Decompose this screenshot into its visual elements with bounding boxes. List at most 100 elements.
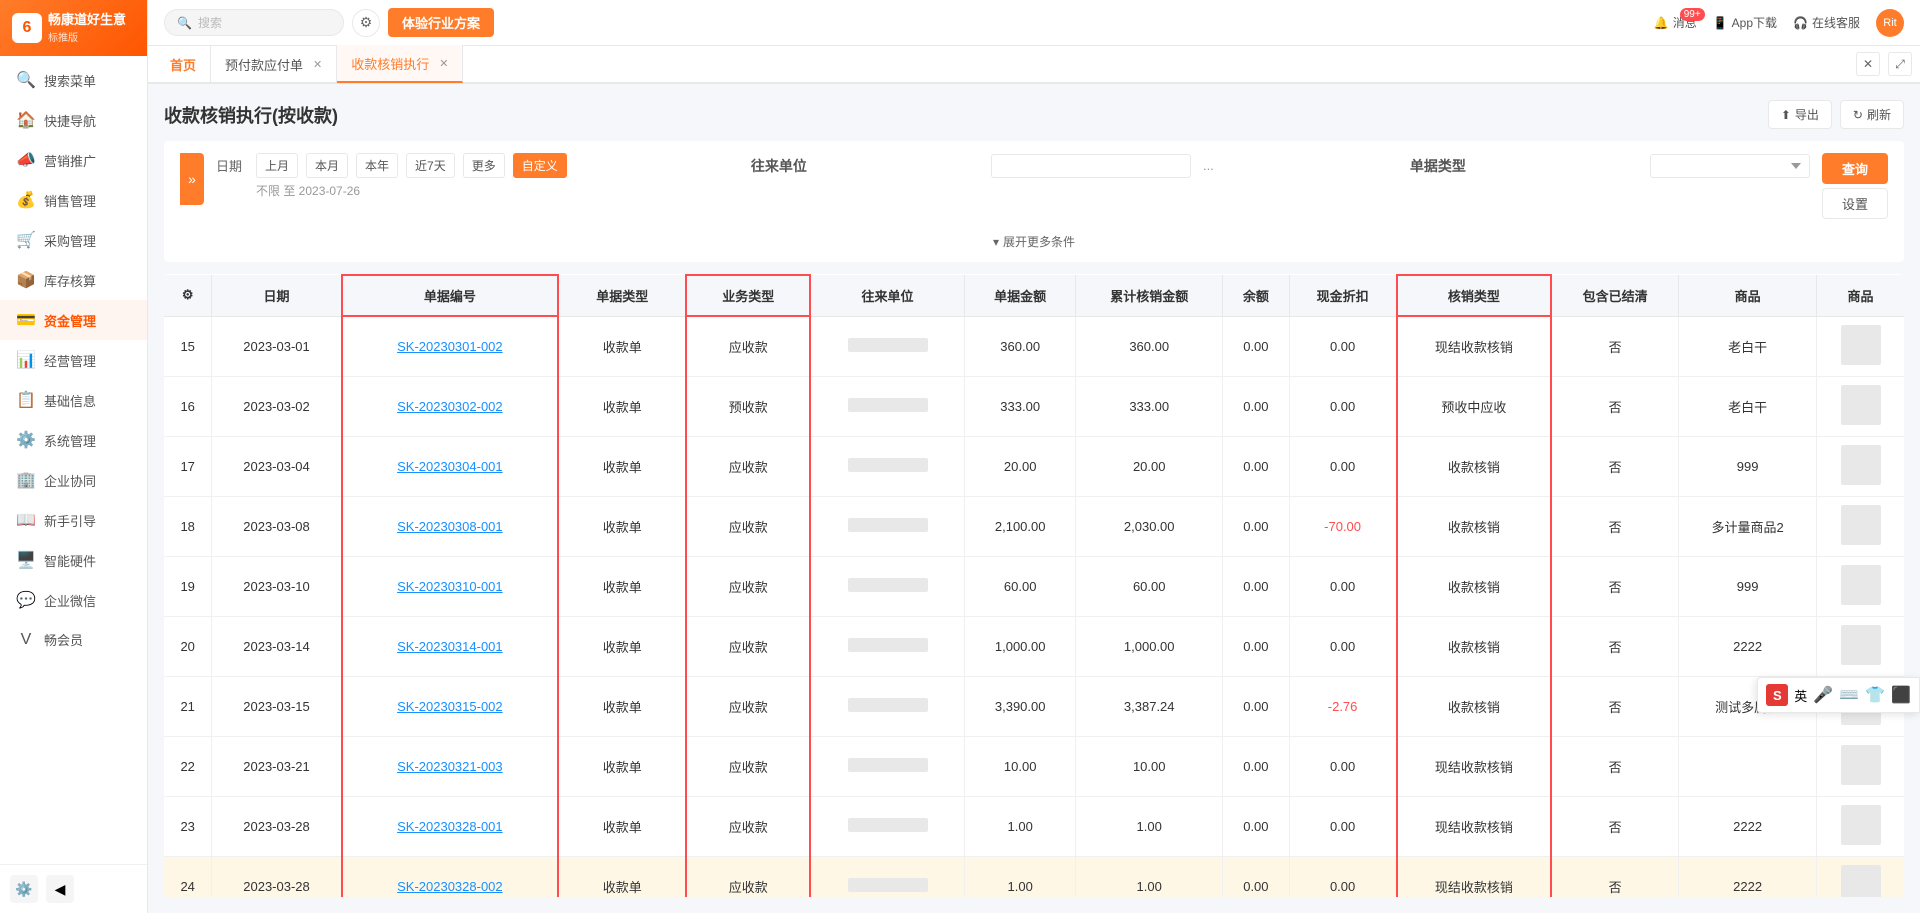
- filter-row-date-range: 不限 至 2023-07-26: [216, 182, 1810, 199]
- cell-product: 老白干: [1679, 376, 1817, 436]
- sidebar-item-enterprise[interactable]: 🏢 企业协同: [0, 460, 147, 500]
- tab-close-all-btn[interactable]: ✕: [1856, 52, 1880, 76]
- bill-no-link[interactable]: SK-20230328-001: [397, 819, 503, 834]
- cell-include-settled: 否: [1551, 316, 1679, 376]
- th-bill-no: 单据编号: [342, 275, 558, 316]
- bill-no-link[interactable]: SK-20230301-002: [397, 339, 503, 354]
- sidebar-item-member[interactable]: V 畅会员: [0, 620, 147, 659]
- sidebar-item-quicknav[interactable]: 🏠 快捷导航: [0, 100, 147, 140]
- export-btn[interactable]: ⬆ 导出: [1768, 100, 1832, 129]
- cell-date: 2023-03-04: [212, 436, 342, 496]
- bill-no-link[interactable]: SK-20230328-002: [397, 879, 503, 894]
- prepay-tab-close[interactable]: ✕: [313, 58, 322, 71]
- collection-tab-close[interactable]: ✕: [439, 57, 448, 70]
- cell-bill-no: SK-20230302-002: [342, 376, 558, 436]
- cell-bill-no: SK-20230328-001: [342, 796, 558, 856]
- date-label: 日期: [216, 156, 244, 175]
- tab-maximize-btn[interactable]: ⤢: [1888, 52, 1912, 76]
- bill-no-link[interactable]: SK-20230321-003: [397, 759, 503, 774]
- cell-balance: 0.00: [1223, 796, 1289, 856]
- partner-label: 往来单位: [579, 156, 979, 176]
- settings-bottom-btn[interactable]: ⚙️: [10, 875, 38, 903]
- mic-icon[interactable]: 🎤: [1813, 685, 1833, 705]
- date-this-year-btn[interactable]: 本年: [356, 153, 398, 178]
- topbar-left: 🔍 搜索 ⚙ 体验行业方案: [164, 8, 1642, 37]
- filter-toggle-btn[interactable]: »: [180, 153, 204, 205]
- refresh-btn[interactable]: ↻ 刷新: [1840, 100, 1904, 129]
- partner-dots[interactable]: ...: [1203, 158, 1214, 173]
- cell-product2: [1817, 376, 1904, 436]
- sidebar-item-label: 畅会员: [44, 630, 83, 649]
- query-btn[interactable]: 查询: [1822, 153, 1888, 184]
- sidebar-item-purchase[interactable]: 🛒 采购管理: [0, 220, 147, 260]
- topbar: 🔍 搜索 ⚙ 体验行业方案 🔔 消息 99+ 📱 App下载 🎧 在线客服 Ri…: [148, 0, 1920, 46]
- bill-no-link[interactable]: SK-20230315-002: [397, 699, 503, 714]
- system-icon: ⚙️: [16, 430, 36, 450]
- bill-no-link[interactable]: SK-20230314-001: [397, 639, 503, 654]
- cell-bill-type: 收款单: [558, 316, 686, 376]
- user-name: Rit: [1883, 17, 1896, 29]
- user-avatar[interactable]: Rit: [1876, 9, 1904, 37]
- partner-input[interactable]: [991, 154, 1191, 178]
- sidebar-item-hardware[interactable]: 🖥️ 智能硬件: [0, 540, 147, 580]
- sidebar-item-sales[interactable]: 💰 销售管理: [0, 180, 147, 220]
- logo-icon: 6: [12, 13, 42, 43]
- sidebar-item-wechat[interactable]: 💬 企业微信: [0, 580, 147, 620]
- cell-include-settled: 否: [1551, 856, 1679, 897]
- cell-biz-type: 应收款: [686, 436, 810, 496]
- tab-prepay[interactable]: 预付款应付单 ✕: [211, 45, 337, 83]
- sidebar-item-operation[interactable]: 📊 经营管理: [0, 340, 147, 380]
- search-bar[interactable]: 🔍 搜索: [164, 9, 344, 36]
- cell-product: 2222: [1679, 796, 1817, 856]
- solution-btn[interactable]: 体验行业方案: [388, 8, 494, 37]
- bill-type-select[interactable]: [1650, 154, 1810, 178]
- sidebar-item-basic[interactable]: 📋 基础信息: [0, 380, 147, 420]
- sidebar-item-system[interactable]: ⚙️ 系统管理: [0, 420, 147, 460]
- cell-no: 23: [164, 796, 212, 856]
- th-settings[interactable]: ⚙: [164, 275, 212, 316]
- date-this-month-btn[interactable]: 本月: [306, 153, 348, 178]
- tab-home[interactable]: 首页: [156, 45, 211, 83]
- th-cancel-type: 核销类型: [1397, 275, 1552, 316]
- bill-no-link[interactable]: SK-20230302-002: [397, 399, 503, 414]
- grid-icon[interactable]: ⬛: [1891, 685, 1911, 705]
- collapse-btn[interactable]: ◀: [46, 875, 74, 903]
- bill-no-link[interactable]: SK-20230304-001: [397, 459, 503, 474]
- setting-btn[interactable]: 设置: [1822, 188, 1888, 219]
- date-last-month-btn[interactable]: 上月: [256, 153, 298, 178]
- online-service-btn[interactable]: 🎧 在线客服: [1793, 14, 1860, 31]
- sidebar-item-guide[interactable]: 📖 新手引导: [0, 500, 147, 540]
- sidebar-item-finance[interactable]: 💳 资金管理: [0, 300, 147, 340]
- shirt-icon[interactable]: 👕: [1865, 685, 1885, 705]
- date-custom-btn[interactable]: 自定义: [513, 153, 567, 178]
- cell-include-settled: 否: [1551, 496, 1679, 556]
- bill-no-link[interactable]: SK-20230308-001: [397, 519, 503, 534]
- cell-partner: [810, 316, 965, 376]
- cell-balance: 0.00: [1223, 496, 1289, 556]
- expand-conditions-btn[interactable]: ▾ 展开更多条件: [993, 233, 1075, 250]
- gear-btn[interactable]: ⚙: [352, 9, 380, 37]
- cell-biz-type: 应收款: [686, 736, 810, 796]
- cell-acc-amount: 60.00: [1076, 556, 1223, 616]
- date-more-btn[interactable]: 更多: [463, 153, 505, 178]
- app-download-btn[interactable]: 📱 App下载: [1713, 14, 1777, 31]
- sidebar-item-search[interactable]: 🔍 搜索菜单: [0, 60, 147, 100]
- cell-date: 2023-03-02: [212, 376, 342, 436]
- sidebar-item-marketing[interactable]: 📣 营销推广: [0, 140, 147, 180]
- cell-bill-type: 收款单: [558, 436, 686, 496]
- search-placeholder: 搜索: [198, 14, 222, 31]
- table-row: 24 2023-03-28 SK-20230328-002 收款单 应收款 1.…: [164, 856, 1904, 897]
- date-7days-btn[interactable]: 近7天: [406, 153, 455, 178]
- keyboard-icon[interactable]: ⌨️: [1839, 685, 1859, 705]
- cell-product: 2222: [1679, 616, 1817, 676]
- table-row: 17 2023-03-04 SK-20230304-001 收款单 应收款 20…: [164, 436, 1904, 496]
- cell-discount: 0.00: [1289, 316, 1396, 376]
- cell-acc-amount: 1.00: [1076, 796, 1223, 856]
- cell-product2: [1817, 556, 1904, 616]
- cell-amount: 3,390.00: [965, 676, 1076, 736]
- notification-btn[interactable]: 🔔 消息 99+: [1654, 14, 1697, 31]
- cell-product: 999: [1679, 436, 1817, 496]
- sidebar-item-inventory[interactable]: 📦 库存核算: [0, 260, 147, 300]
- bill-no-link[interactable]: SK-20230310-001: [397, 579, 503, 594]
- tab-collection[interactable]: 收款核销执行 ✕: [337, 45, 463, 83]
